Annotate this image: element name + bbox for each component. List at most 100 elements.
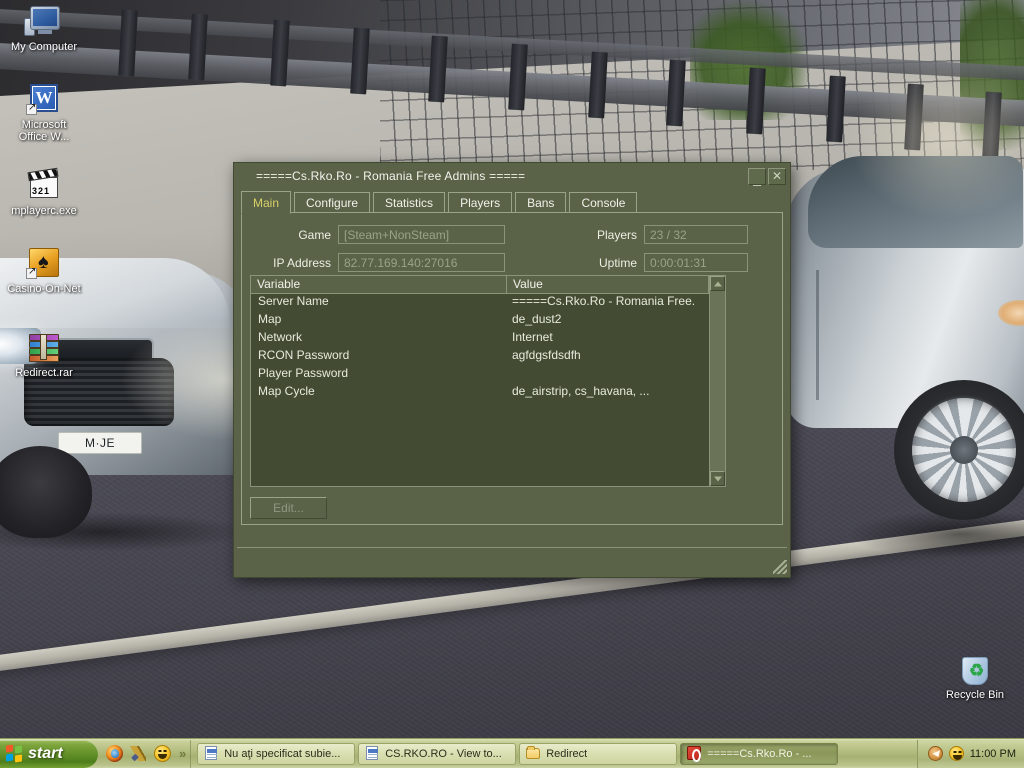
table-row[interactable]: Server Name =====Cs.Rko.Ro - Romania Fre… (251, 294, 725, 312)
taskbar-button-folder[interactable]: Redirect (519, 742, 678, 765)
hlsw-server-window[interactable]: =====Cs.Rko.Ro - Romania Free Admins ===… (233, 162, 791, 578)
table-row[interactable]: Map Cycle de_airstrip, cs_havana, ... (251, 384, 725, 402)
desktop-icon-my-computer[interactable]: My Computer (6, 4, 82, 53)
cell-value: Internet (512, 330, 553, 344)
column-header-variable[interactable]: Variable (251, 276, 507, 294)
chevron-up-icon (713, 281, 722, 286)
table-row[interactable]: Player Password (251, 366, 725, 384)
edit-button-label: Edit... (273, 501, 304, 515)
clapper-numbers: 321 (32, 186, 51, 196)
cell-value: agfdgsfdsdfh (512, 348, 581, 362)
players-label: Players (596, 227, 637, 242)
tab-main[interactable]: Main (241, 191, 292, 214)
list-vertical-scrollbar[interactable] (709, 276, 725, 486)
desktop-icon-recycle-bin[interactable]: ♻ Recycle Bin (937, 652, 1013, 701)
desktop-icon-label: Redirect.rar (15, 367, 73, 379)
desktop-icon-ms-office-word[interactable]: W Microsoft Office W... (6, 82, 82, 143)
server-variables-list[interactable]: Variable Value Server Name =====Cs.Rko.R… (250, 275, 726, 487)
table-row[interactable]: Network Internet (251, 330, 725, 348)
ip-address-label: IP Address (273, 255, 331, 270)
quick-launch-bar[interactable]: » (98, 739, 192, 768)
quick-launch-overflow-icon[interactable]: » (179, 746, 186, 761)
table-row[interactable]: Map de_dust2 (251, 312, 725, 330)
cell-variable: Player Password (258, 366, 349, 380)
taskbar[interactable]: start » Nu aţi specificat subie... CS.RK… (0, 738, 1024, 768)
column-header-value[interactable]: Value (507, 276, 709, 294)
start-button-label: start (28, 744, 63, 762)
window-title: =====Cs.Rko.Ro - Romania Free Admins ===… (256, 169, 526, 183)
minimize-button[interactable]: _ (748, 167, 766, 186)
windows-flag-icon (6, 744, 23, 763)
scroll-down-button[interactable] (710, 471, 725, 486)
show-desktop-icon[interactable] (130, 745, 147, 762)
table-row[interactable]: RCON Password agfdgsfdsdfh (251, 348, 725, 366)
cell-value: de_dust2 (512, 312, 562, 326)
tray-expand-icon[interactable] (927, 746, 943, 761)
edit-button[interactable]: Edit... (250, 497, 327, 519)
tab-label: Main (253, 195, 280, 210)
tab-page-main: Game [Steam+NonSteam] IP Address 82.77.1… (241, 212, 783, 525)
recycle-bin-icon: ♻ (937, 652, 1013, 686)
clapperboard-icon: 321 (6, 167, 82, 202)
chevron-down-icon (713, 476, 722, 481)
window-client-area: Main Configure Statistics Players Bans C… (241, 191, 783, 543)
field-row-ip-address: IP Address 82.77.169.140:27016 (250, 253, 520, 272)
cell-variable: Map Cycle (258, 384, 315, 398)
taskbar-button-mail[interactable]: Nu aţi specificat subie... (197, 742, 356, 765)
tab-statistics[interactable]: Statistics (373, 192, 446, 213)
field-row-uptime: Uptime 0:00:01:31 (532, 253, 776, 272)
minimize-icon: _ (753, 169, 761, 186)
desktop-icon-redirect-rar[interactable]: Redirect.rar (6, 330, 82, 379)
tab-console[interactable]: Console (569, 192, 638, 213)
tab-label: Bans (527, 196, 555, 210)
system-tray[interactable]: 11:00 PM (916, 739, 1024, 768)
desktop[interactable]: M·JE My Computer W ↗ Microsoft Office W.… (0, 0, 1024, 768)
cell-variable: RCON Password (258, 348, 350, 362)
desktop-icon-mplayerc[interactable]: 321 mplayerc.exe (6, 167, 82, 217)
tab-bans[interactable]: Bans (515, 192, 567, 213)
tab-label: Players (460, 196, 501, 210)
taskbar-button-browser[interactable]: CS.RKO.RO - View to... (358, 742, 517, 765)
tab-strip: Main Configure Statistics Players Bans C… (241, 191, 783, 214)
shortcut-overlay-icon (26, 102, 37, 115)
shortcut-overlay-icon (26, 266, 37, 279)
spade-card-icon: ♠ (6, 246, 82, 280)
close-icon: ✕ (771, 169, 783, 183)
field-row-game: Game [Steam+NonSteam] (250, 225, 520, 244)
uptime-input[interactable]: 0:00:01:31 (644, 253, 748, 272)
cell-value: =====Cs.Rko.Ro - Romania Free. (512, 294, 696, 308)
tab-configure[interactable]: Configure (294, 192, 371, 213)
taskbar-button-label: Redirect (546, 747, 588, 760)
cell-variable: Network (258, 330, 303, 344)
list-body: Server Name =====Cs.Rko.Ro - Romania Fre… (251, 294, 725, 402)
hlsw-icon (687, 746, 702, 762)
field-row-players: Players 23 / 32 (532, 225, 776, 244)
start-button[interactable]: start (0, 739, 98, 768)
cell-value: de_airstrip, cs_havana, ... (512, 384, 650, 398)
game-label: Game (298, 227, 331, 242)
desktop-icon-casino-on-net[interactable]: ♠ Casino-On-Net (6, 246, 82, 295)
ip-address-input[interactable]: 82.77.169.140:27016 (338, 253, 505, 272)
window-titlebar[interactable]: =====Cs.Rko.Ro - Romania Free Admins ===… (234, 163, 790, 189)
scroll-up-button[interactable] (710, 276, 725, 291)
messenger-icon[interactable] (154, 745, 171, 762)
taskbar-clock[interactable]: 11:00 PM (970, 748, 1016, 760)
taskbar-button-hlsw[interactable]: =====Cs.Rko.Ro - ... (680, 742, 839, 765)
desktop-icon-label: My Computer (10, 41, 78, 53)
cell-value (507, 366, 707, 384)
wallpaper-light-glow (848, 60, 1024, 220)
uptime-label: Uptime (598, 255, 637, 270)
players-input[interactable]: 23 / 32 (644, 225, 748, 244)
folder-icon (526, 746, 541, 761)
firefox-icon[interactable] (106, 745, 123, 762)
game-input[interactable]: [Steam+NonSteam] (338, 225, 505, 244)
desktop-icon-label: Recycle Bin (945, 689, 1005, 701)
task-button-list: Nu aţi specificat subie... CS.RKO.RO - V… (191, 742, 916, 765)
taskbar-button-label: Nu aţi specificat subie... (224, 747, 341, 760)
tab-players[interactable]: Players (448, 192, 513, 213)
messenger-icon[interactable] (948, 746, 964, 761)
close-button[interactable]: ✕ (768, 167, 786, 185)
resize-grip[interactable] (773, 560, 787, 574)
winrar-archive-icon (6, 330, 82, 364)
cell-variable: Map (258, 312, 282, 326)
